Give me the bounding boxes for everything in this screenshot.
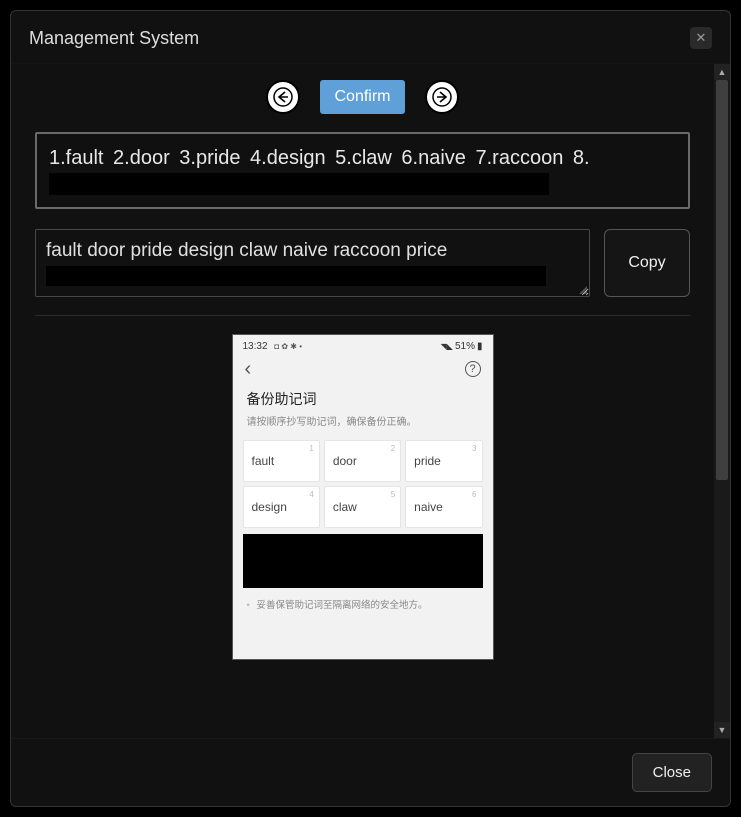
statusbar-right: ◥◣ 51% ▮ (441, 341, 483, 352)
arrow-left-icon (273, 87, 293, 107)
cell-word: claw (333, 500, 357, 514)
modal-title: Management System (29, 28, 199, 49)
scrollbar[interactable]: ▲ ▼ (714, 64, 730, 738)
resize-handle-icon (579, 286, 587, 294)
prev-button[interactable] (266, 80, 300, 114)
phone-statusbar: 13:32 ◘ ✿ ✱ • ◥◣ 51% ▮ (233, 335, 493, 356)
word-cell: 2 door (324, 440, 401, 482)
nav-row: Confirm (35, 80, 690, 114)
copy-button[interactable]: Copy (604, 229, 690, 297)
arrow-right-icon (432, 87, 452, 107)
cell-num: 5 (391, 490, 395, 499)
back-icon: ‹ (245, 358, 252, 381)
scroll-up-icon[interactable]: ▲ (714, 64, 730, 80)
battery-icon: ▮ (477, 341, 483, 352)
modal-body: Confirm 1.fault 2.door 3.pride 4.design … (11, 64, 714, 738)
confirm-button[interactable]: Confirm (320, 80, 404, 114)
word-cell: 3 pride (405, 440, 482, 482)
statusbar-time: 13:32 (243, 341, 268, 352)
redacted-block (46, 266, 546, 286)
signal-icon: ◥◣ (441, 342, 453, 351)
statusbar-glyphs: ◘ ✿ ✱ • (274, 342, 302, 351)
scroll-down-icon[interactable]: ▼ (714, 722, 730, 738)
phone-screenshot: 13:32 ◘ ✿ ✱ • ◥◣ 51% ▮ ‹ ? (232, 334, 494, 660)
modal-header: Management System ✕ (11, 11, 730, 64)
cell-num: 4 (309, 490, 313, 499)
phone-title-block: 备份助记词 请按顺序抄写助记词，确保备份正确。 (233, 389, 493, 440)
cell-num: 6 (472, 490, 476, 499)
plain-words-text: fault door pride design claw naive racco… (46, 238, 579, 264)
cell-word: naive (414, 500, 443, 514)
plain-row: fault door pride design claw naive racco… (35, 229, 690, 297)
phone-notes: 妥善保管助记词至隔离网络的安全地方。 (233, 588, 493, 613)
modal-footer: Close (11, 738, 730, 806)
phone-title: 备份助记词 (247, 389, 479, 409)
plain-words-textarea[interactable]: fault door pride design claw naive racco… (35, 229, 590, 297)
modal-body-wrap: Confirm 1.fault 2.door 3.pride 4.design … (11, 64, 730, 738)
help-icon: ? (465, 361, 481, 377)
cell-num: 1 (309, 444, 313, 453)
numbered-words-text: 1.fault 2.door 3.pride 4.design 5.claw 6… (49, 147, 590, 169)
cell-word: design (252, 500, 287, 514)
phone-nav: ‹ ? (233, 356, 493, 389)
phone-redacted-block (243, 534, 483, 588)
close-button[interactable]: Close (632, 753, 712, 792)
phone-note-item: 妥善保管助记词至隔离网络的安全地方。 (247, 598, 479, 613)
cell-word: pride (414, 454, 441, 468)
word-cell: 4 design (243, 486, 320, 528)
close-icon: ✕ (696, 30, 707, 46)
divider (35, 315, 690, 316)
next-button[interactable] (425, 80, 459, 114)
cell-num: 2 (391, 444, 395, 453)
word-cell: 6 naive (405, 486, 482, 528)
cell-word: fault (252, 454, 275, 468)
scrollbar-thumb[interactable] (716, 80, 728, 480)
statusbar-left: 13:32 ◘ ✿ ✱ • (243, 341, 303, 352)
word-cell: 5 claw (324, 486, 401, 528)
phone-screenshot-wrap: 13:32 ◘ ✿ ✱ • ◥◣ 51% ▮ ‹ ? (35, 334, 690, 660)
close-icon-button[interactable]: ✕ (690, 27, 712, 49)
modal: Management System ✕ Confirm 1.fault 2.do… (10, 10, 731, 807)
phone-word-grid: 1 fault 2 door 3 pride 4 design 5 claw 6 naive (233, 440, 493, 528)
battery-text: 51% (455, 341, 475, 352)
cell-word: door (333, 454, 357, 468)
word-cell: 1 fault (243, 440, 320, 482)
numbered-words-box: 1.fault 2.door 3.pride 4.design 5.claw 6… (35, 132, 690, 209)
cell-num: 3 (472, 444, 476, 453)
phone-subtitle: 请按顺序抄写助记词，确保备份正确。 (247, 413, 479, 428)
redacted-block (49, 173, 549, 195)
